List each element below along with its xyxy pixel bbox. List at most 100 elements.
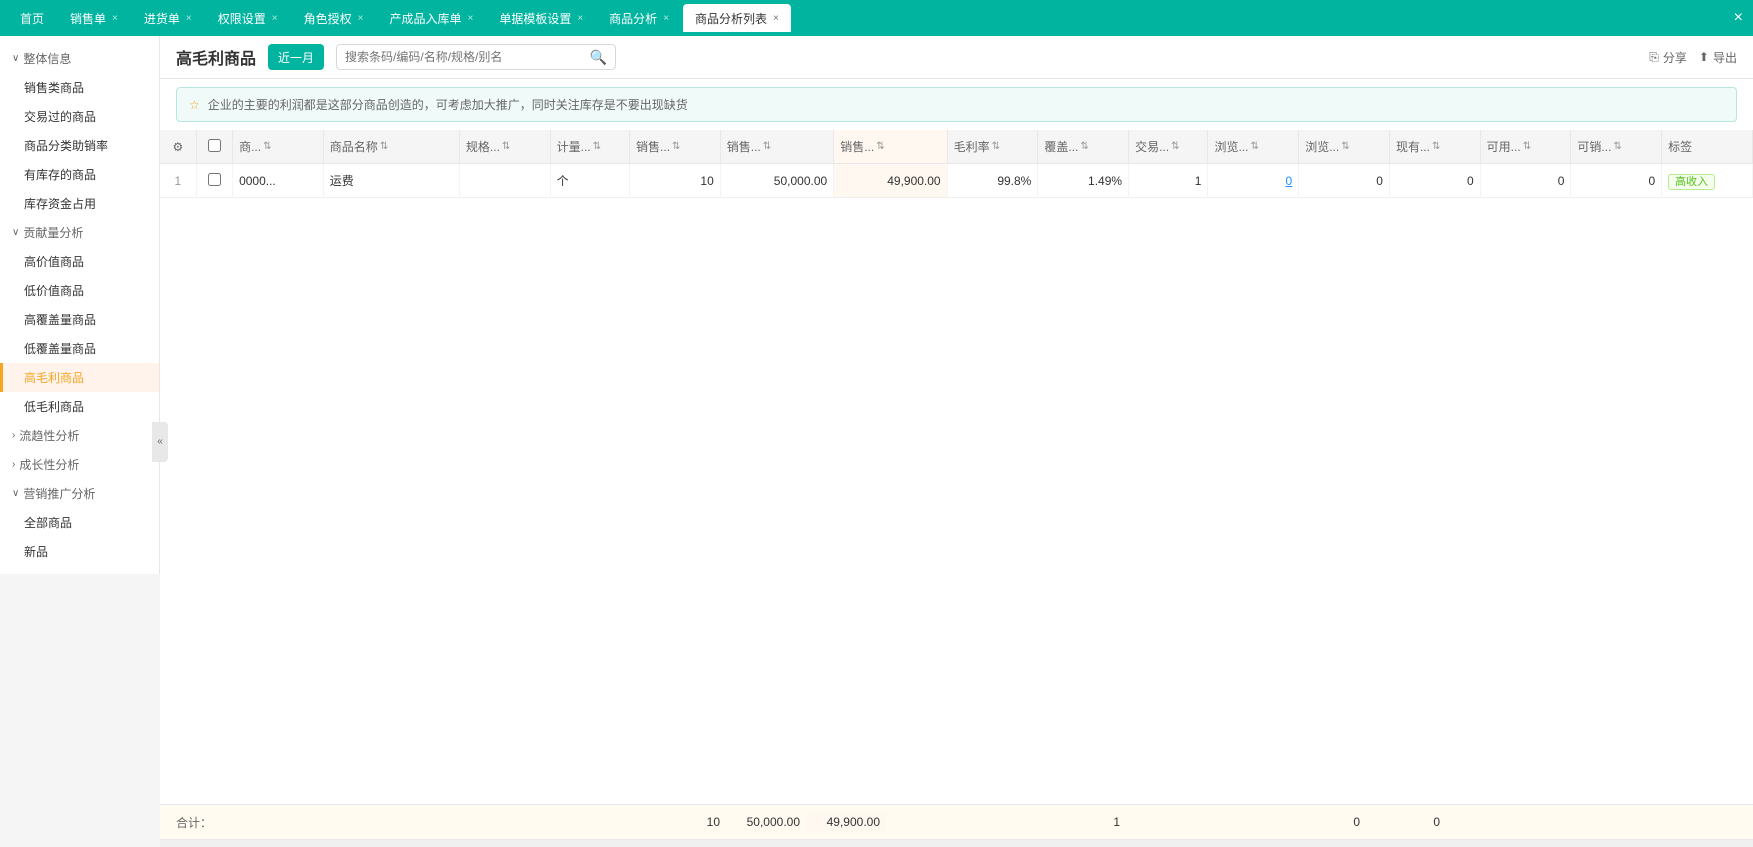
- info-icon: ☆: [189, 98, 200, 112]
- close-icon[interactable]: ×: [112, 13, 118, 24]
- sidebar-item-high-coverage[interactable]: 高覆盖量商品: [0, 305, 159, 334]
- sidebar-item-sales-goods[interactable]: 销售类商品: [0, 73, 159, 102]
- tab-product-analysis[interactable]: 商品分析 ×: [597, 4, 681, 32]
- sidebar-item-high-value[interactable]: 高价值商品: [0, 247, 159, 276]
- sidebar-group-marketing[interactable]: ∨ 营销推广分析: [0, 479, 159, 508]
- sort-icon: ⇅: [1341, 141, 1349, 152]
- close-icon[interactable]: ×: [773, 13, 779, 24]
- search-icon[interactable]: 🔍: [590, 49, 607, 66]
- col-sales-amount[interactable]: 销售... ⇅: [720, 130, 833, 164]
- close-all-button[interactable]: ×: [1734, 9, 1743, 27]
- sort-icon: ⇅: [992, 141, 1000, 152]
- page-title: 高毛利商品: [176, 45, 256, 69]
- col-name[interactable]: 商品名称 ⇅: [323, 130, 459, 164]
- tab-roles[interactable]: 角色授权 ×: [292, 4, 376, 32]
- sidebar-collapse-button[interactable]: «: [152, 422, 168, 462]
- cell-code: 0000...: [233, 164, 324, 198]
- col-trade-count[interactable]: 交易... ⇅: [1129, 130, 1208, 164]
- search-input[interactable]: [345, 50, 590, 64]
- col-checkbox[interactable]: [196, 130, 232, 164]
- cell-tag: 高收入: [1662, 164, 1753, 198]
- col-code[interactable]: 商... ⇅: [233, 130, 324, 164]
- info-banner: ☆ 企业的主要的利润都是这部分商品创造的，可考虑加大推广，同时关注库存是不要出现…: [176, 87, 1737, 122]
- close-icon[interactable]: ×: [663, 13, 669, 24]
- col-sellable-stock[interactable]: 可销... ⇅: [1571, 130, 1662, 164]
- tab-permissions[interactable]: 权限设置 ×: [206, 4, 290, 32]
- sidebar-item-stock-capital[interactable]: 库存资金占用: [0, 189, 159, 218]
- col-spec[interactable]: 规格... ⇅: [459, 130, 550, 164]
- top-nav: 首页 销售单 × 进货单 × 权限设置 × 角色授权 × 产成品入库单 × 单据…: [0, 0, 1753, 36]
- close-icon[interactable]: ×: [358, 13, 364, 24]
- col-views2[interactable]: 浏览... ⇅: [1299, 130, 1390, 164]
- arrow-icon: ›: [12, 430, 15, 441]
- sort-icon: ⇅: [1080, 141, 1088, 152]
- sort-icon: ⇅: [380, 141, 388, 152]
- cell-trade-count: 1: [1129, 164, 1208, 198]
- sidebar-group-contribution[interactable]: ∨ 贡献量分析: [0, 218, 159, 247]
- cell-coverage: 1.49%: [1038, 164, 1129, 198]
- footer-label: 合计：: [176, 814, 212, 831]
- sidebar-group-overall[interactable]: ∨ 整体信息: [0, 44, 159, 73]
- sort-icon: ⇅: [1613, 141, 1621, 152]
- table-footer: 合计： 10 50,000.00 49,900.00 1 0 0: [160, 804, 1753, 839]
- close-icon[interactable]: ×: [272, 13, 278, 24]
- share-button[interactable]: ⎘ 分享: [1649, 49, 1687, 66]
- close-icon[interactable]: ×: [467, 13, 473, 24]
- arrow-icon: ›: [12, 459, 15, 470]
- sidebar-item-low-value[interactable]: 低价值商品: [0, 276, 159, 305]
- col-available-stock[interactable]: 可用... ⇅: [1480, 130, 1571, 164]
- cell-available-stock: 0: [1480, 164, 1571, 198]
- tab-template[interactable]: 单据模板设置 ×: [487, 4, 595, 32]
- bottom-scrollbar[interactable]: [160, 839, 1753, 847]
- sidebar-group-growth[interactable]: › 成长性分析: [0, 450, 159, 479]
- sidebar-item-category-rate[interactable]: 商品分类助销率: [0, 131, 159, 160]
- filter-recent-month-button[interactable]: 近一月: [268, 44, 324, 70]
- tab-home[interactable]: 首页: [8, 4, 56, 32]
- select-all-checkbox[interactable]: [208, 139, 221, 152]
- sort-icon: ⇅: [763, 141, 771, 152]
- tab-purchase[interactable]: 进货单 ×: [132, 4, 204, 32]
- col-coverage[interactable]: 覆盖... ⇅: [1038, 130, 1129, 164]
- sort-icon: ⇅: [1432, 141, 1440, 152]
- cell-unit: 个: [550, 164, 629, 198]
- col-tag[interactable]: 标签: [1662, 130, 1753, 164]
- cell-sales-amount: 50,000.00: [720, 164, 833, 198]
- col-unit[interactable]: 计量... ⇅: [550, 130, 629, 164]
- sidebar-item-new-goods[interactable]: 新品: [0, 537, 159, 566]
- cell-views1[interactable]: 0: [1208, 164, 1299, 198]
- sidebar-item-high-margin[interactable]: 高毛利商品: [0, 363, 159, 392]
- col-settings[interactable]: ⚙: [160, 130, 196, 164]
- tab-product-analysis-list[interactable]: 商品分析列表 ×: [683, 4, 791, 32]
- close-icon[interactable]: ×: [577, 13, 583, 24]
- sidebar-item-in-stock[interactable]: 有库存的商品: [0, 160, 159, 189]
- col-views1[interactable]: 浏览... ⇅: [1208, 130, 1299, 164]
- sort-icon: ⇅: [263, 141, 271, 152]
- col-sales-qty[interactable]: 销售... ⇅: [630, 130, 721, 164]
- table-header-row: ⚙ 商... ⇅ 商品名称: [160, 130, 1753, 164]
- sidebar-item-low-margin[interactable]: 低毛利商品: [0, 392, 159, 421]
- export-button[interactable]: ⬆ 导出: [1699, 49, 1737, 66]
- cell-name: 运费: [323, 164, 459, 198]
- col-current-stock[interactable]: 现有... ⇅: [1389, 130, 1480, 164]
- sidebar-group-trend[interactable]: › 流趋性分析: [0, 421, 159, 450]
- data-table: ⚙ 商... ⇅ 商品名称: [160, 130, 1753, 198]
- main-layout: ∨ 整体信息 销售类商品 交易过的商品 商品分类助销率 有库存的商品 库存资金占…: [0, 36, 1753, 847]
- table-container[interactable]: ⚙ 商... ⇅ 商品名称: [160, 130, 1753, 804]
- cell-sales-profit: 49,900.00: [834, 164, 947, 198]
- sort-icon: ⇅: [1171, 141, 1179, 152]
- footer-available-stock: 0: [1366, 815, 1446, 829]
- col-gross-margin[interactable]: 毛利率 ⇅: [947, 130, 1038, 164]
- cell-checkbox[interactable]: [196, 164, 232, 198]
- sidebar-item-all-goods[interactable]: 全部商品: [0, 508, 159, 537]
- sidebar-wrapper: ∨ 整体信息 销售类商品 交易过的商品 商品分类助销率 有库存的商品 库存资金占…: [0, 36, 160, 847]
- tab-sales[interactable]: 销售单 ×: [58, 4, 130, 32]
- col-sales-profit[interactable]: 销售... ⇅: [834, 130, 947, 164]
- close-icon[interactable]: ×: [186, 13, 192, 24]
- search-box: 🔍: [336, 44, 616, 70]
- cell-current-stock: 0: [1389, 164, 1480, 198]
- share-icon: ⎘: [1649, 50, 1659, 65]
- sidebar-item-low-coverage[interactable]: 低覆盖量商品: [0, 334, 159, 363]
- sidebar-item-traded-goods[interactable]: 交易过的商品: [0, 102, 159, 131]
- export-icon: ⬆: [1699, 50, 1709, 64]
- tab-product-stock[interactable]: 产成品入库单 ×: [377, 4, 485, 32]
